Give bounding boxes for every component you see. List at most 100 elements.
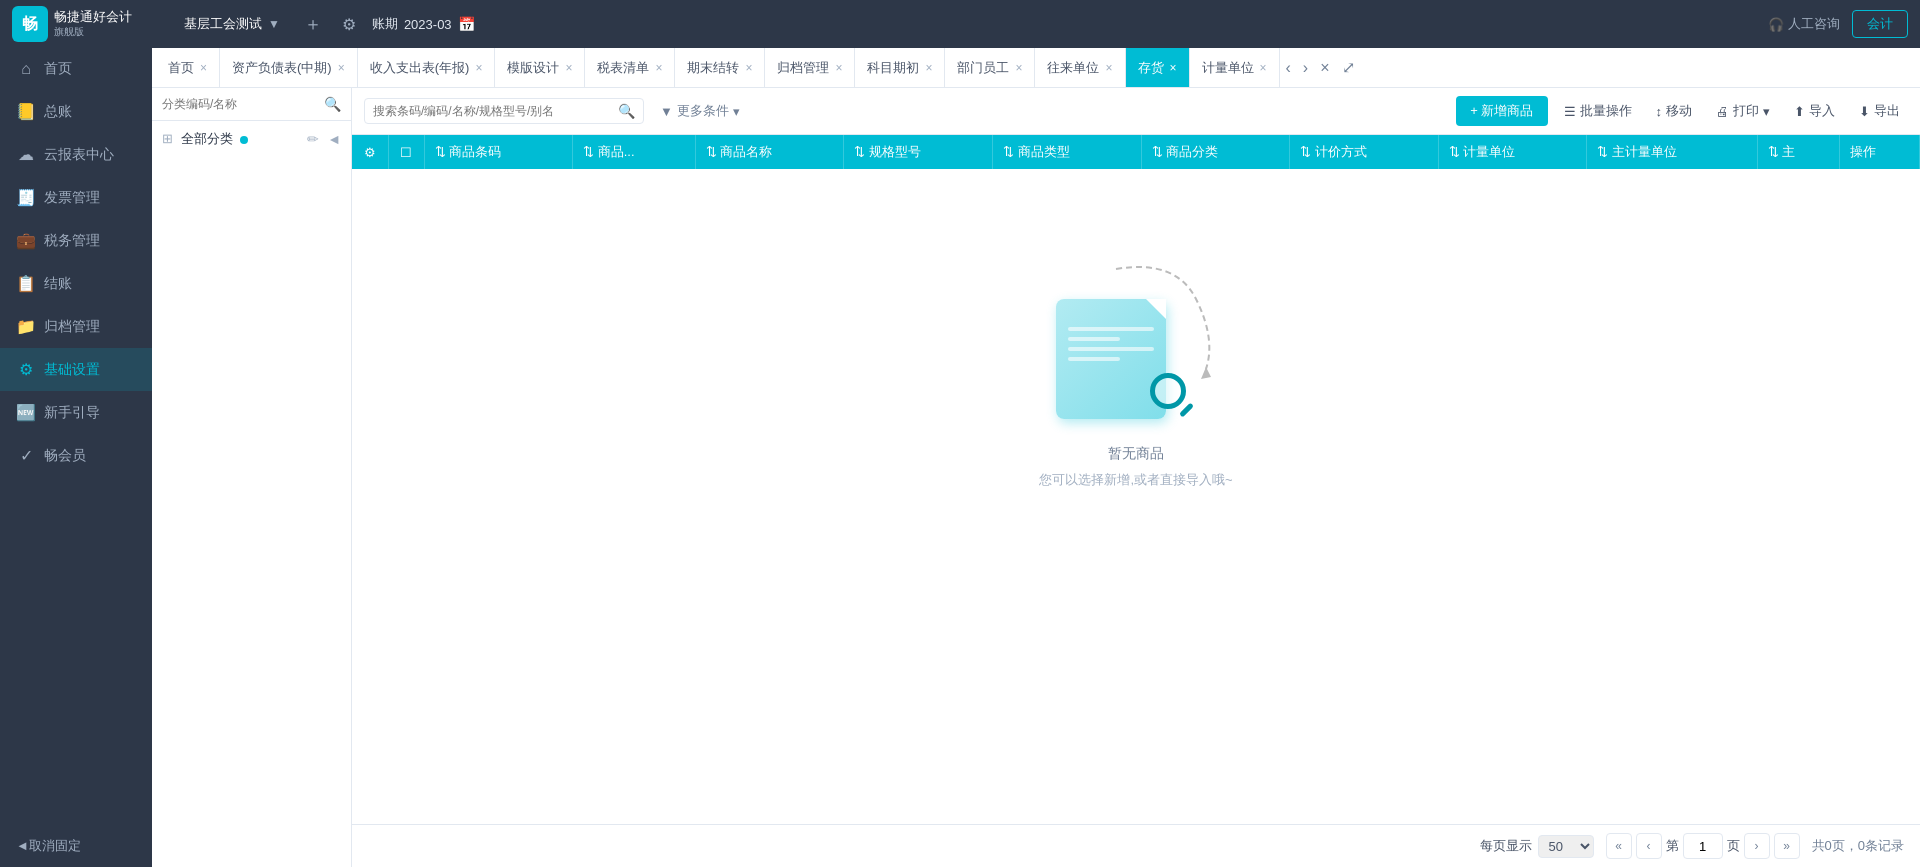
tab-balance[interactable]: 资产负债表(中期) ×: [220, 48, 358, 88]
next-page-button[interactable]: ›: [1744, 833, 1770, 859]
tab-close-icon[interactable]: ×: [338, 61, 345, 75]
empty-illustration: [1036, 249, 1236, 429]
tab-home[interactable]: 首页 ×: [156, 48, 220, 88]
col-gear[interactable]: ⚙: [352, 135, 388, 169]
tab-close-icon[interactable]: ×: [925, 61, 932, 75]
doc-lines: [1068, 327, 1154, 367]
sidebar-item-label: 首页: [44, 60, 72, 78]
period-area: 账期 2023-03 📅: [372, 15, 475, 33]
sidebar-item-ledger[interactable]: 📒 总账: [0, 90, 152, 133]
sidebar-item-archive[interactable]: 📁 归档管理: [0, 305, 152, 348]
export-button[interactable]: ⬇ 导出: [1851, 98, 1908, 124]
category-search-input[interactable]: [162, 97, 318, 111]
print-button[interactable]: 🖨 打印 ▾: [1708, 98, 1778, 124]
tab-label: 期末结转: [687, 59, 739, 77]
export-label: 导出: [1874, 102, 1900, 120]
category-edit-button[interactable]: ✏: [305, 129, 321, 149]
tab-close-all-button[interactable]: ×: [1314, 55, 1335, 81]
move-button[interactable]: ↕ 移动: [1648, 98, 1701, 124]
col-code[interactable]: ⇅ 商品...: [573, 135, 696, 169]
tab-close-icon[interactable]: ×: [835, 61, 842, 75]
status-dot: [240, 136, 248, 144]
sidebar-item-invoice[interactable]: 🧾 发票管理: [0, 176, 152, 219]
account-button[interactable]: 会计: [1852, 10, 1908, 38]
tax-icon: 💼: [16, 231, 36, 250]
col-main-unit[interactable]: ⇅ 主计量单位: [1587, 135, 1758, 169]
doc-body: [1056, 299, 1166, 419]
first-page-button[interactable]: «: [1606, 833, 1632, 859]
empty-state: 暂无商品 您可以选择新增,或者直接导入哦~: [352, 169, 1920, 529]
sidebar-item-label: 税务管理: [44, 232, 100, 250]
sidebar: ⌂ 首页 📒 总账 ☁ 云报表中心 🧾 发票管理 💼 税务管理 📋 结账 📁 归…: [0, 48, 152, 867]
batch-operation-button[interactable]: ☰ 批量操作: [1556, 98, 1640, 124]
sidebar-item-reports[interactable]: ☁ 云报表中心: [0, 133, 152, 176]
tab-nav-next-button[interactable]: ›: [1297, 55, 1314, 81]
col-name[interactable]: ⇅ 商品名称: [695, 135, 844, 169]
tab-close-icon[interactable]: ×: [1015, 61, 1022, 75]
company-selector[interactable]: 基层工会测试 ▼: [176, 11, 288, 37]
search-icon[interactable]: 🔍: [618, 103, 635, 119]
add-tab-button[interactable]: ＋: [300, 8, 326, 40]
col-category[interactable]: ⇅ 商品分类: [1141, 135, 1290, 169]
col-spec[interactable]: ⇅ 规格型号: [844, 135, 993, 169]
tab-income[interactable]: 收入支出表(年报) ×: [358, 48, 496, 88]
tab-close-icon[interactable]: ×: [1260, 61, 1267, 75]
col-extra[interactable]: ⇅ 主: [1757, 135, 1839, 169]
tab-close-icon[interactable]: ×: [200, 61, 207, 75]
import-button[interactable]: ⬆ 导入: [1786, 98, 1843, 124]
prev-page-button[interactable]: ‹: [1636, 833, 1662, 859]
col-type[interactable]: ⇅ 商品类型: [992, 135, 1141, 169]
tab-close-icon[interactable]: ×: [1105, 61, 1112, 75]
add-product-button[interactable]: + 新增商品: [1456, 96, 1547, 126]
pagination-bar: 每页显示 50 100 200 « ‹ 第 页 ›: [352, 824, 1920, 867]
tab-close-icon[interactable]: ×: [745, 61, 752, 75]
tab-archive[interactable]: 归档管理 ×: [765, 48, 855, 88]
col-price-method[interactable]: ⇅ 计价方式: [1290, 135, 1439, 169]
tab-close-icon[interactable]: ×: [475, 61, 482, 75]
export-icon: ⬇: [1859, 104, 1870, 119]
sidebar-item-label: 畅会员: [44, 447, 86, 465]
product-search-input[interactable]: [373, 104, 612, 118]
service-button[interactable]: 🎧 人工咨询: [1768, 15, 1840, 33]
tab-department[interactable]: 部门员工 ×: [945, 48, 1035, 88]
sidebar-item-guide[interactable]: 🆕 新手引导: [0, 391, 152, 434]
tab-template[interactable]: 模版设计 ×: [495, 48, 585, 88]
period-label: 账期: [372, 15, 398, 33]
col-check[interactable]: ☐: [388, 135, 424, 169]
tab-partner[interactable]: 往来单位 ×: [1035, 48, 1125, 88]
search-icon[interactable]: 🔍: [324, 96, 341, 112]
empty-subtitle: 您可以选择新增,或者直接导入哦~: [1039, 471, 1232, 489]
tab-label: 部门员工: [957, 59, 1009, 77]
unpin-button[interactable]: ◄取消固定: [0, 825, 152, 867]
sidebar-item-tax[interactable]: 💼 税务管理: [0, 219, 152, 262]
chevron-down-icon: ▼: [268, 17, 280, 31]
app-name: 畅捷通好会计: [54, 9, 132, 25]
calendar-icon[interactable]: 📅: [458, 16, 475, 32]
tab-subject[interactable]: 科目期初 ×: [855, 48, 945, 88]
left-panel: 🔍 ⊞ 全部分类 ✏ ◄: [152, 88, 352, 867]
page-size-dropdown[interactable]: 50 100 200: [1538, 835, 1594, 858]
sidebar-item-closing[interactable]: 📋 结账: [0, 262, 152, 305]
tab-period-close[interactable]: 期末结转 ×: [675, 48, 765, 88]
tab-expand-button[interactable]: ⤢: [1336, 54, 1361, 81]
tab-unit[interactable]: 计量单位 ×: [1190, 48, 1280, 88]
main-layout: ⌂ 首页 📒 总账 ☁ 云报表中心 🧾 发票管理 💼 税务管理 📋 结账 📁 归…: [0, 48, 1920, 867]
category-label: ⊞ 全部分类: [162, 130, 248, 148]
sidebar-item-settings[interactable]: ⚙ 基础设置: [0, 348, 152, 391]
tab-tax[interactable]: 税表清单 ×: [585, 48, 675, 88]
settings-icon-button[interactable]: ⚙: [338, 11, 360, 38]
sidebar-item-home[interactable]: ⌂ 首页: [0, 48, 152, 90]
tab-inventory[interactable]: 存货 ×: [1126, 48, 1190, 88]
tab-close-icon[interactable]: ×: [1170, 61, 1177, 75]
sidebar-item-member[interactable]: ✓ 畅会员: [0, 434, 152, 477]
tab-label: 首页: [168, 59, 194, 77]
col-unit[interactable]: ⇅ 计量单位: [1438, 135, 1587, 169]
page-input[interactable]: [1683, 833, 1723, 859]
last-page-button[interactable]: »: [1774, 833, 1800, 859]
tab-nav-prev-button[interactable]: ‹: [1280, 55, 1297, 81]
tab-close-icon[interactable]: ×: [655, 61, 662, 75]
panel-collapse-button[interactable]: ◄: [327, 131, 341, 147]
col-barcode[interactable]: ⇅ 商品条码: [424, 135, 573, 169]
tab-close-icon[interactable]: ×: [565, 61, 572, 75]
filter-button[interactable]: ▼ 更多条件 ▾: [652, 98, 748, 124]
